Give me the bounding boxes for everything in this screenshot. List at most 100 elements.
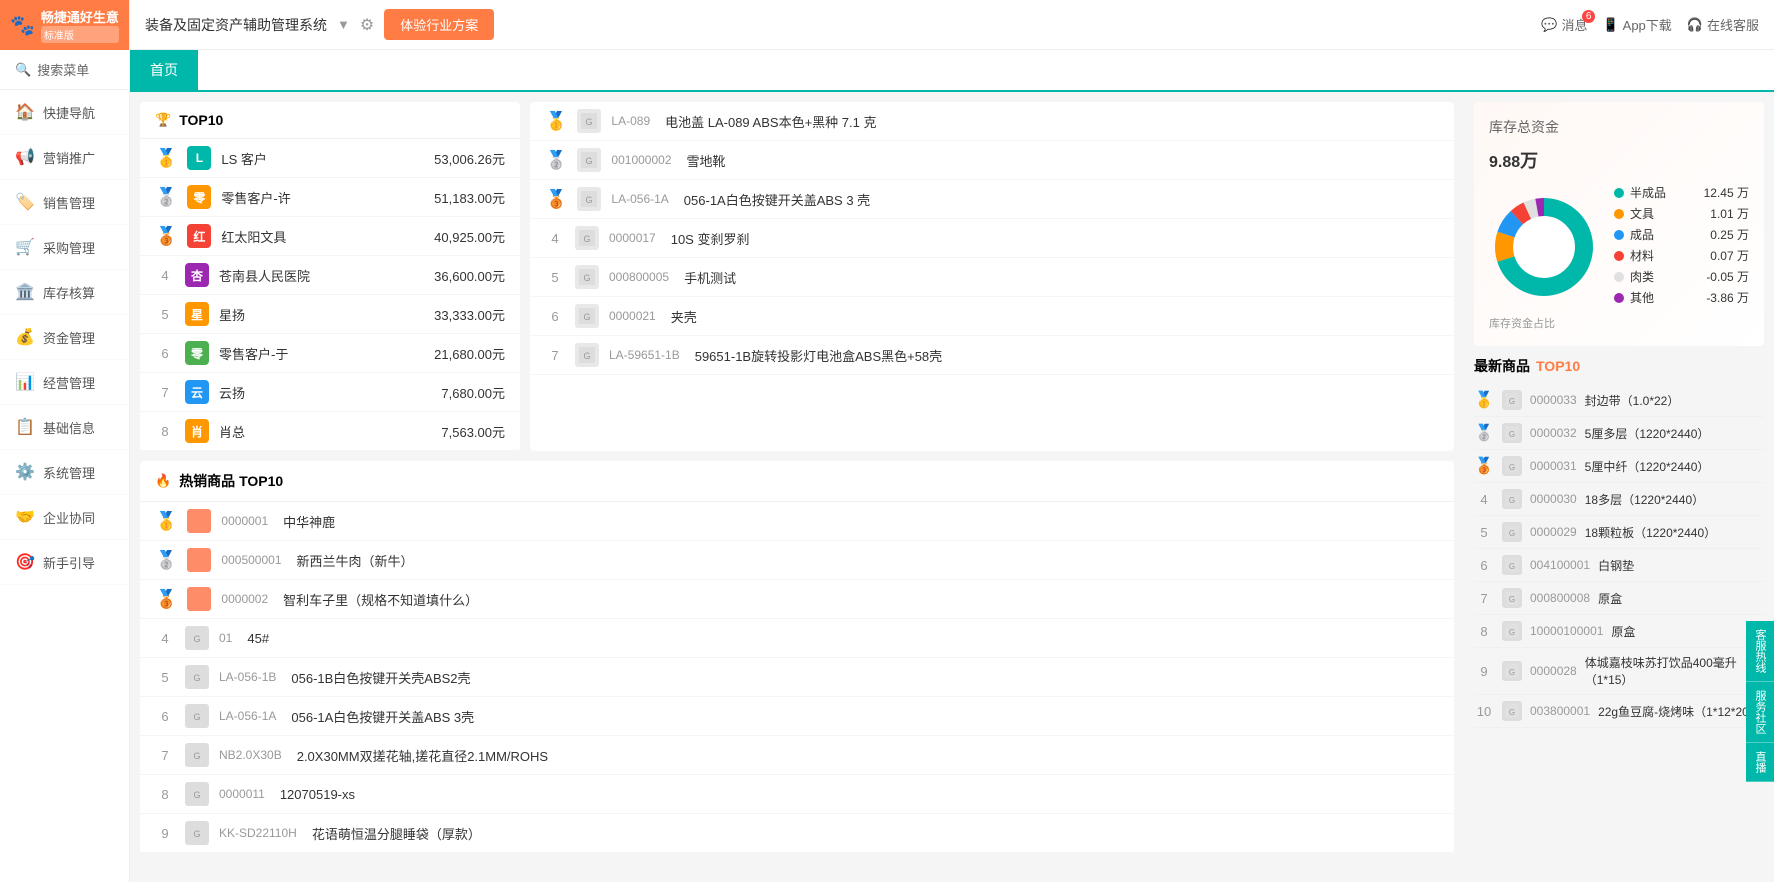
message-btn[interactable]: 💬 消息 6 <box>1541 15 1587 34</box>
svg-text:G: G <box>583 351 590 361</box>
newest-title: 最新商品 <box>1474 356 1530 376</box>
rank-num: 4 <box>545 231 565 246</box>
sidebar-item-5[interactable]: 💰 资金管理 <box>0 315 129 360</box>
dropdown-icon[interactable]: ▼ <box>337 17 350 32</box>
sidebar-item-0[interactable]: 🏠 快捷导航 <box>0 90 129 135</box>
app-download-btn[interactable]: 📱 App下载 <box>1602 15 1671 34</box>
online-service-btn[interactable]: 🎧 在线客服 <box>1687 15 1759 34</box>
table-row: 5 G 000800005 手机测试 <box>530 258 1454 297</box>
table-row: 8 肖 肖总 7,563.00元 <box>140 412 520 451</box>
svg-text:G: G <box>1509 430 1515 439</box>
table-row: 🥇 L LS 客户 53,006.26元 <box>140 139 520 178</box>
product-name: 雪地靴 <box>687 151 1440 170</box>
sidebar-label-6: 经营管理 <box>43 373 95 392</box>
legend-value: 0.07 万 <box>1710 247 1749 264</box>
logo: 🐾 畅捷通好生意 标准版 <box>0 0 129 50</box>
product-img: G <box>1502 522 1522 542</box>
product-img: G <box>575 265 599 289</box>
logo-text: 畅捷通好生意 <box>41 7 119 26</box>
table-row: 5 G LA-056-1B 056-1B白色按键开关壳ABS2壳 <box>140 658 1454 697</box>
sidebar-label-10: 新手引导 <box>43 553 95 572</box>
sidebar-item-10[interactable]: 🎯 新手引导 <box>0 540 129 585</box>
rank-num: 7 <box>545 348 565 363</box>
product-name: 智利车子里（规格不知道填什么） <box>283 590 1439 609</box>
list-item: 9 G 0000028 体城嘉枝味苏打饮品400毫升（1*15） <box>1474 648 1764 695</box>
hot-products-right-list: 🥇 G LA-089 电池盖 LA-089 ABS本色+黑种 7.1 克🥈 G … <box>530 102 1454 375</box>
product-img: G <box>185 782 209 806</box>
rank-num: 6 <box>1474 558 1494 573</box>
list-item: 5 G 0000029 18颗粒板（1220*2440） <box>1474 516 1764 549</box>
legend-item: 成品 0.25 万 <box>1614 226 1749 243</box>
sidebar-nav: 🏠 快捷导航📢 营销推广🏷️ 销售管理🛒 采购管理🏛️ 库存核算💰 资金管理📊 … <box>0 90 129 585</box>
legend-label: 文具 <box>1630 205 1704 222</box>
float-btn-2[interactable]: 直播 <box>1746 743 1774 782</box>
customer-amount: 21,680.00元 <box>434 344 505 363</box>
medal-icon: 🥉 <box>1474 456 1494 476</box>
hot-products-right-section: 🥇 G LA-089 电池盖 LA-089 ABS本色+黑种 7.1 克🥈 G … <box>530 102 1454 451</box>
rank-num: 6 <box>155 709 175 724</box>
search-menu-item[interactable]: 🔍 搜索菜单 <box>0 50 129 90</box>
product-code: 0000017 <box>609 231 656 245</box>
float-btn-0[interactable]: 客服热线 <box>1746 621 1774 682</box>
sidebar: 🐾 畅捷通好生意 标准版 🔍 搜索菜单 🏠 快捷导航📢 营销推广🏷️ 销售管理🛒… <box>0 0 130 882</box>
float-buttons: 客服热线服务社区直播 <box>1746 621 1774 782</box>
topbar-right: 💬 消息 6 📱 App下载 🎧 在线客服 <box>1541 15 1759 34</box>
medal-icon: 🥇 <box>155 511 177 532</box>
product-code: LA-056-1B <box>219 670 276 684</box>
product-name: 原盒 <box>1598 590 1764 607</box>
rank-num: 9 <box>1474 664 1494 679</box>
sidebar-item-2[interactable]: 🏷️ 销售管理 <box>0 180 129 225</box>
sidebar-label-4: 库存核算 <box>43 283 95 302</box>
svg-text:G: G <box>1509 529 1515 538</box>
product-img: G <box>1502 621 1522 641</box>
customer-amount: 36,600.00元 <box>434 266 505 285</box>
sidebar-icon-3: 🛒 <box>15 237 35 257</box>
sidebar-item-7[interactable]: 📋 基础信息 <box>0 405 129 450</box>
medal-icon: 🥇 <box>545 111 567 132</box>
product-code: KK-SD22110H <box>219 826 297 840</box>
product-name: 12070519-xs <box>280 787 1439 802</box>
medal-icon: 🥉 <box>155 226 177 247</box>
list-item: 🥉 G 0000031 5厘中纤（1220*2440） <box>1474 450 1764 483</box>
svg-text:G: G <box>193 751 200 761</box>
sidebar-label-2: 销售管理 <box>43 193 95 212</box>
sidebar-item-1[interactable]: 📢 营销推广 <box>0 135 129 180</box>
float-btn-1[interactable]: 服务社区 <box>1746 682 1774 743</box>
product-name: 59651-1B旋转投影灯电池盒ABS黑色+58壳 <box>695 346 1439 365</box>
system-name: 装备及固定资产辅助管理系统 <box>145 15 327 35</box>
try-btn[interactable]: 体验行业方案 <box>384 9 494 40</box>
rank-num: 6 <box>155 346 175 361</box>
product-name: 18多层（1220*2440） <box>1585 491 1764 508</box>
settings-icon[interactable]: ⚙ <box>360 15 374 35</box>
sidebar-item-8[interactable]: ⚙️ 系统管理 <box>0 450 129 495</box>
sidebar-label-0: 快捷导航 <box>43 103 95 122</box>
product-name: 白钢垫 <box>1598 557 1764 574</box>
inventory-title: 库存总资金 <box>1489 117 1749 137</box>
svg-text:G: G <box>586 156 593 166</box>
svg-text:G: G <box>193 790 200 800</box>
legend-value: 1.01 万 <box>1710 205 1749 222</box>
customer-amount: 51,183.00元 <box>434 188 505 207</box>
sidebar-item-6[interactable]: 📊 经营管理 <box>0 360 129 405</box>
product-code: 0000028 <box>1530 664 1577 678</box>
table-row: 🥈 G 001000002 雪地靴 <box>530 141 1454 180</box>
sidebar-icon-9: 🤝 <box>15 507 35 527</box>
product-img: G <box>1502 555 1522 575</box>
legend-dot <box>1614 188 1624 198</box>
table-row: 9 G KK-SD22110H 花语萌恒温分腿睡袋（厚款） <box>140 814 1454 853</box>
svg-text:G: G <box>1509 628 1515 637</box>
sidebar-icon-0: 🏠 <box>15 102 35 122</box>
medal-icon: 🥈 <box>155 187 177 208</box>
legend-label: 肉类 <box>1630 268 1700 285</box>
svg-text:G: G <box>1509 668 1515 677</box>
sidebar-item-3[interactable]: 🛒 采购管理 <box>0 225 129 270</box>
topbar-left: 装备及固定资产辅助管理系统 ▼ ⚙ 体验行业方案 <box>145 9 494 40</box>
list-item: 10 G 003800001 22g鱼豆腐-烧烤味（1*12*20） <box>1474 695 1764 728</box>
product-img <box>187 587 211 611</box>
product-img: G <box>1502 390 1522 410</box>
table-row: 4 杏 苍南县人民医院 36,600.00元 <box>140 256 520 295</box>
rank-num: 10 <box>1474 704 1494 719</box>
tab-home[interactable]: 首页 <box>130 50 198 90</box>
sidebar-item-9[interactable]: 🤝 企业协同 <box>0 495 129 540</box>
sidebar-item-4[interactable]: 🏛️ 库存核算 <box>0 270 129 315</box>
